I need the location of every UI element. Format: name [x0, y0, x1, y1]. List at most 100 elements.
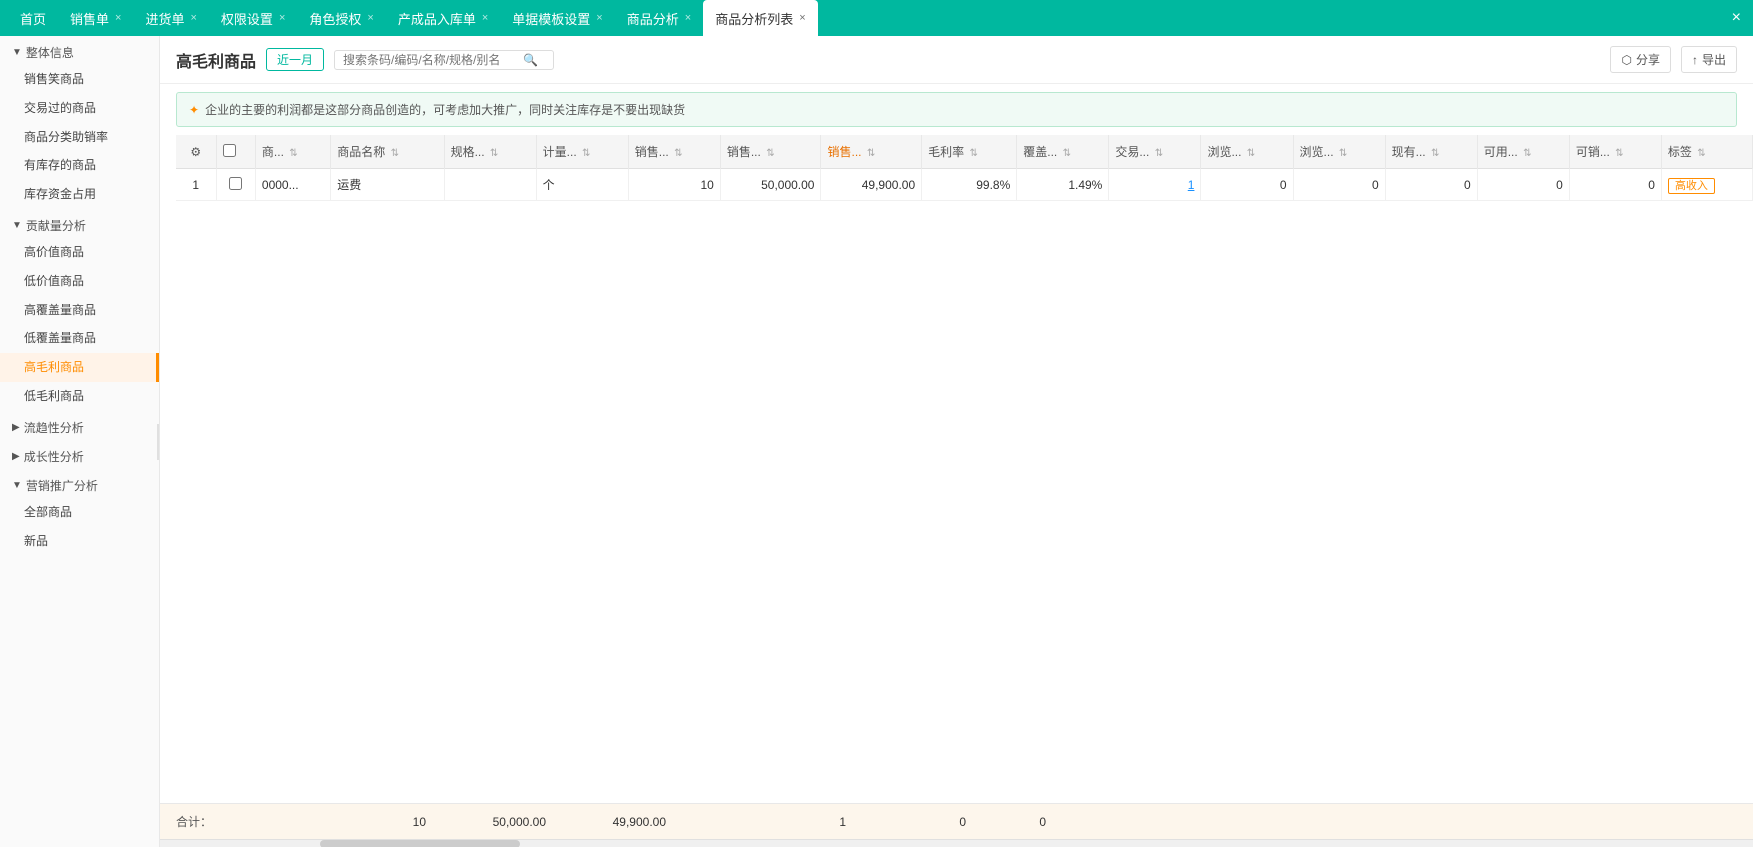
sort-icon-9: ⇅	[1063, 148, 1071, 159]
sort-icon-3: ⇅	[490, 148, 498, 159]
share-button[interactable]: ⬡ 分享	[1610, 46, 1671, 73]
col-sale-amount[interactable]: 销售... ⇅	[720, 135, 821, 169]
sort-icon-10: ⇅	[1155, 148, 1163, 159]
col-browse1[interactable]: 浏览... ⇅	[1201, 135, 1293, 169]
search-input[interactable]	[343, 53, 523, 67]
sidebar-group-marketing[interactable]: ▼ 营销推广分析	[0, 469, 159, 498]
col-tag[interactable]: 标签 ⇅	[1661, 135, 1752, 169]
sidebar-item-category-rate[interactable]: 商品分类助销率	[0, 123, 159, 152]
nav-item-role[interactable]: 角色授权 ×	[297, 0, 385, 36]
main-layout: « ▼ 整体信息 销售笑商品 交易过的商品 商品分类助销率 有库存的商品 库存资…	[0, 36, 1753, 847]
nav-item-product-analysis[interactable]: 商品分析 ×	[615, 0, 703, 36]
sidebar-group-growth[interactable]: ▶ 成长性分析	[0, 440, 159, 469]
sidebar-item-low-coverage[interactable]: 低覆盖量商品	[0, 324, 159, 353]
sidebar-item-high-coverage[interactable]: 高覆盖量商品	[0, 296, 159, 325]
col-current[interactable]: 现有... ⇅	[1385, 135, 1477, 169]
close-purchase-tab[interactable]: ×	[190, 12, 196, 24]
close-production-tab[interactable]: ×	[482, 12, 488, 24]
nav-item-template[interactable]: 单据模板设置 ×	[500, 0, 614, 36]
row-browse2: 0	[1293, 169, 1385, 201]
close-template-tab[interactable]: ×	[596, 12, 602, 24]
col-sale-profit[interactable]: 销售... ⇅	[821, 135, 922, 169]
row-checkbox[interactable]	[229, 177, 242, 190]
sort-icon-12: ⇅	[1339, 148, 1347, 159]
sort-icon-4: ⇅	[582, 148, 590, 159]
export-icon: ↑	[1692, 53, 1698, 67]
sidebar-group-overall[interactable]: ▼ 整体信息	[0, 36, 159, 65]
nav-item-home[interactable]: 首页	[8, 0, 58, 36]
sidebar-item-bestseller[interactable]: 销售笑商品	[0, 65, 159, 94]
sidebar-item-new-products[interactable]: 新品	[0, 527, 159, 556]
total-sale-amount: 50,000.00	[432, 815, 552, 829]
col-coverage[interactable]: 覆盖... ⇅	[1017, 135, 1109, 169]
settings-icon[interactable]: ⚙	[190, 145, 201, 159]
nav-item-purchase[interactable]: 进货单 ×	[133, 0, 208, 36]
content-header: 高毛利商品 近一月 🔍 ⬡ 分享 ↑ 导出	[160, 36, 1753, 84]
sidebar-item-low-margin[interactable]: 低毛利商品	[0, 382, 159, 411]
select-all-checkbox[interactable]	[223, 144, 236, 157]
row-current: 0	[1385, 169, 1477, 201]
total-sale-profit: 49,900.00	[552, 815, 672, 829]
sidebar-item-high-margin[interactable]: 高毛利商品	[0, 353, 159, 382]
col-unit[interactable]: 计量... ⇅	[536, 135, 628, 169]
time-filter-button[interactable]: 近一月	[266, 48, 324, 71]
col-settings[interactable]: ⚙	[176, 135, 216, 169]
row-index: 1	[176, 169, 216, 201]
nav-item-permission[interactable]: 权限设置 ×	[209, 0, 297, 36]
transaction-link[interactable]: 1	[1188, 178, 1195, 192]
row-sale-qty: 10	[628, 169, 720, 201]
total-label: 合计：	[176, 813, 212, 830]
col-code[interactable]: 商... ⇅	[255, 135, 330, 169]
close-role-tab[interactable]: ×	[367, 12, 373, 24]
arrow-icon-2: ▼	[12, 220, 22, 231]
nav-item-sales[interactable]: 销售单 ×	[58, 0, 133, 36]
col-transaction[interactable]: 交易... ⇅	[1109, 135, 1201, 169]
row-sale-amount: 50,000.00	[720, 169, 821, 201]
col-sale-qty[interactable]: 销售... ⇅	[628, 135, 720, 169]
sort-icon-16: ⇅	[1697, 148, 1705, 159]
col-spec[interactable]: 规格... ⇅	[444, 135, 536, 169]
sort-icon-11: ⇅	[1247, 148, 1255, 159]
row-spec	[444, 169, 536, 201]
sidebar-item-low-value[interactable]: 低价值商品	[0, 267, 159, 296]
sort-icon-7: ⇅	[867, 148, 875, 159]
sort-icon-6: ⇅	[766, 148, 774, 159]
arrow-icon: ▼	[12, 47, 22, 58]
sidebar: « ▼ 整体信息 销售笑商品 交易过的商品 商品分类助销率 有库存的商品 库存资…	[0, 36, 160, 847]
sidebar-item-in-stock[interactable]: 有库存的商品	[0, 151, 159, 180]
table-row: 1 0000... 运费 个 10 50,000.00 49,900.00 99…	[176, 169, 1753, 201]
close-product-analysis-tab[interactable]: ×	[685, 12, 691, 24]
sidebar-group-trend[interactable]: ▶ 流趋性分析	[0, 411, 159, 440]
total-available: 0	[972, 815, 1052, 829]
sidebar-group-contribution[interactable]: ▼ 贡献量分析	[0, 209, 159, 238]
col-checkbox[interactable]	[216, 135, 255, 169]
horizontal-scrollbar-thumb[interactable]	[320, 840, 520, 847]
row-available: 0	[1477, 169, 1569, 201]
sidebar-item-stock-capital[interactable]: 库存资金占用	[0, 180, 159, 209]
export-button[interactable]: ↑ 导出	[1681, 46, 1737, 73]
col-available[interactable]: 可用... ⇅	[1477, 135, 1569, 169]
nav-item-analysis-list[interactable]: 商品分析列表 ×	[703, 0, 817, 36]
row-checkbox-cell[interactable]	[216, 169, 255, 201]
total-values: 10 50,000.00 49,900.00 1 0 0	[252, 815, 1052, 829]
close-all-tabs[interactable]: ×	[1732, 9, 1741, 27]
sidebar-item-high-value[interactable]: 高价值商品	[0, 238, 159, 267]
info-bar: ✦ 企业的主要的利润都是这部分商品创造的，可考虑加大推广，同时关注库存是不要出现…	[176, 92, 1737, 127]
close-analysis-list-tab[interactable]: ×	[799, 12, 805, 24]
sidebar-item-traded[interactable]: 交易过的商品	[0, 94, 159, 123]
page-title: 高毛利商品	[176, 48, 256, 72]
col-sellable[interactable]: 可销... ⇅	[1569, 135, 1661, 169]
close-permission-tab[interactable]: ×	[279, 12, 285, 24]
col-browse2[interactable]: 浏览... ⇅	[1293, 135, 1385, 169]
col-name[interactable]: 商品名称 ⇅	[331, 135, 444, 169]
search-icon[interactable]: 🔍	[523, 53, 538, 67]
nav-item-production[interactable]: 产成品入库单 ×	[386, 0, 500, 36]
sidebar-item-all-products[interactable]: 全部商品	[0, 498, 159, 527]
row-browse1: 0	[1201, 169, 1293, 201]
search-box: 🔍	[334, 50, 554, 70]
tag-badge: 高收入	[1668, 178, 1715, 194]
sidebar-collapse-button[interactable]: «	[157, 424, 160, 460]
col-gross-margin[interactable]: 毛利率 ⇅	[922, 135, 1017, 169]
sort-icon-15: ⇅	[1615, 148, 1623, 159]
close-sales-tab[interactable]: ×	[115, 12, 121, 24]
